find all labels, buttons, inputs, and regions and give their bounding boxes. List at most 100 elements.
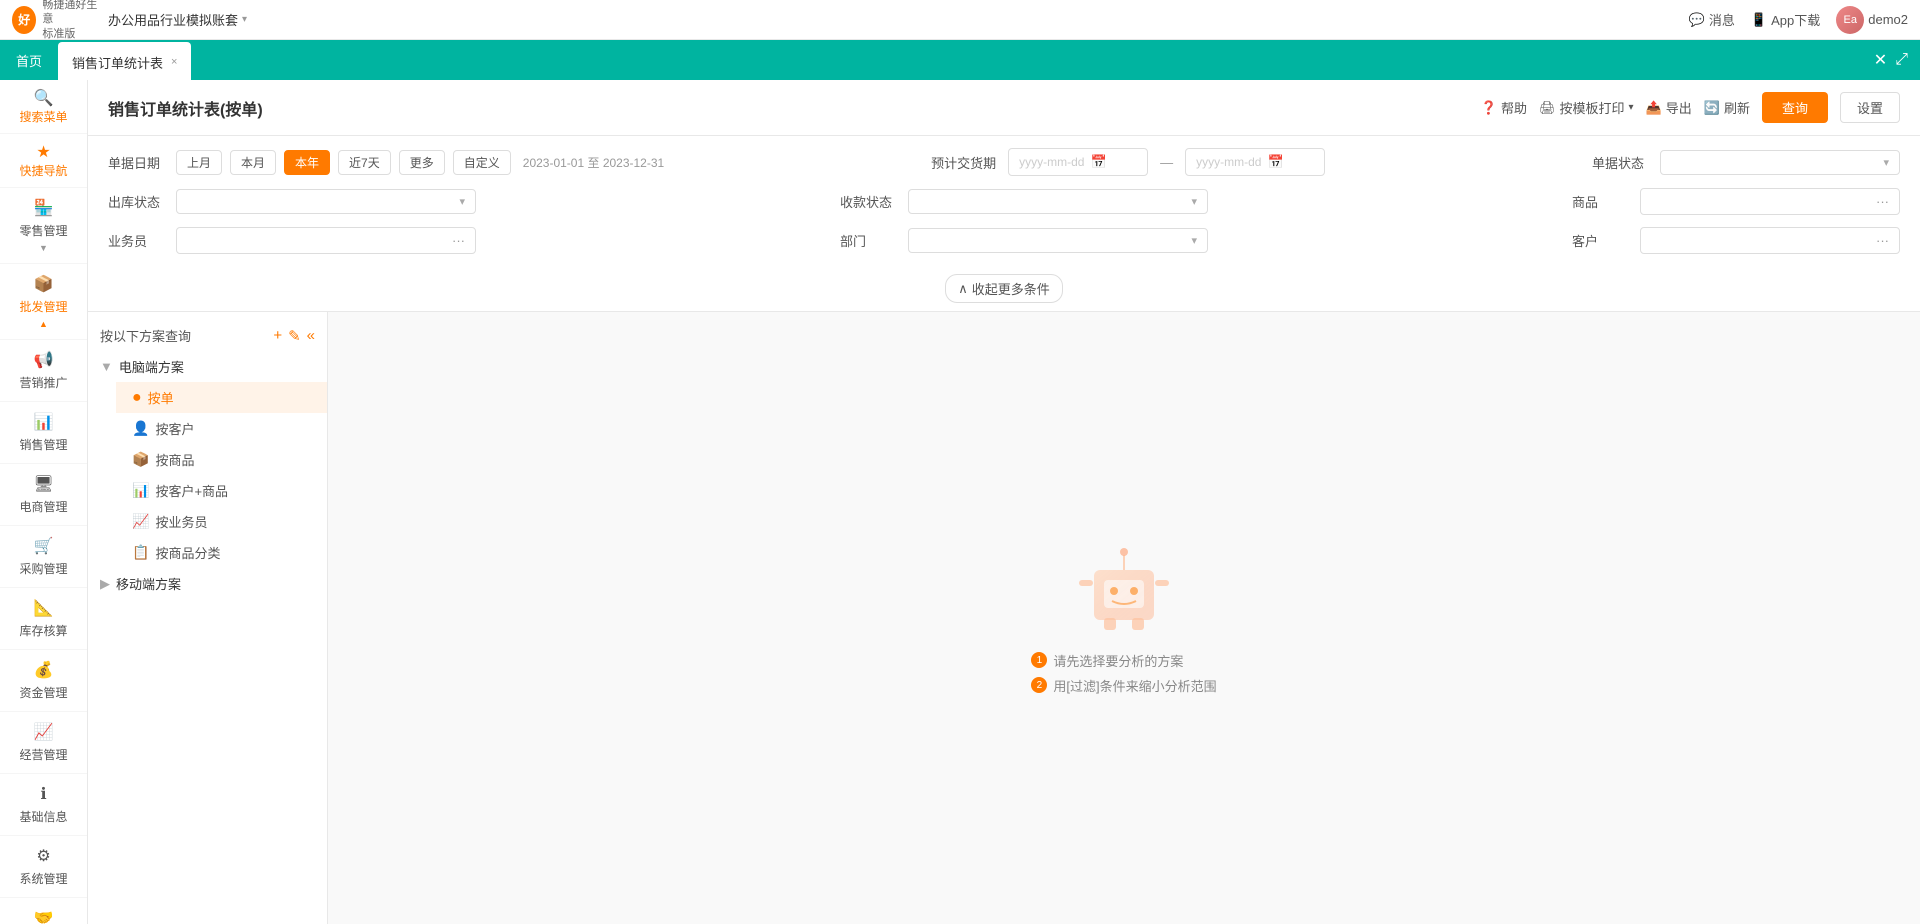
salesman-input[interactable]: ··· xyxy=(176,227,476,254)
topbar: 好 畅捷通好生意 标准版 办公用品行业模拟账套 ▾ 💬 消息 📱 App下载 E… xyxy=(0,0,1920,40)
collapse-icon: ∧ xyxy=(958,281,968,297)
account-name: 办公用品行业模拟账套 xyxy=(108,10,238,29)
window-close-icon[interactable]: ✕ xyxy=(1874,50,1887,70)
collapse-button[interactable]: ∧ 收起更多条件 xyxy=(945,274,1063,303)
account-chevron-icon[interactable]: ▾ xyxy=(242,14,247,25)
tab-sales-order-stats[interactable]: 销售订单统计表 × xyxy=(58,42,191,82)
ecommerce-icon: 🖥 xyxy=(33,474,53,494)
scheme-item-by-category[interactable]: 📋 按商品分类 xyxy=(116,537,327,568)
sidebar-item-search[interactable]: 🔍 搜索菜单 xyxy=(0,80,87,134)
calendar-icon: 📅 xyxy=(1090,154,1106,170)
out-status-select[interactable]: ▾ xyxy=(176,189,476,214)
receive-status-select[interactable]: ▾ xyxy=(908,189,1208,214)
sidebar-item-operations[interactable]: 📈 经营管理 xyxy=(0,712,87,774)
scheme-item-by-goods[interactable]: 📦 按商品 xyxy=(116,444,327,475)
sidebar-item-basics[interactable]: ℹ 基础信息 xyxy=(0,774,87,836)
left-panel-header: 按以下方案查询 + ✎ « xyxy=(88,320,327,351)
date-custom-btn[interactable]: 自定义 xyxy=(453,150,511,175)
filter-rows: 单据日期 上月 本月 本年 近7天 更多 自定义 2023-01-01 至 20… xyxy=(88,136,1920,254)
export-button[interactable]: 📤 导出 xyxy=(1646,98,1692,117)
goods-label: 商品 xyxy=(1572,192,1628,211)
left-panel-tools: + ✎ « xyxy=(273,327,315,345)
by-cg-icon: 📊 xyxy=(132,482,149,499)
date-label: 单据日期 xyxy=(108,153,164,172)
topbar-actions: 💬 消息 📱 App下载 Ea demo2 xyxy=(1689,6,1908,34)
setting-button[interactable]: 设置 xyxy=(1840,92,1900,123)
expected-date-end[interactable]: yyyy-mm-dd 📅 xyxy=(1185,148,1325,176)
sidebar-item-quicknav[interactable]: ★ 快捷导航 xyxy=(0,134,87,188)
by-customer-icon: 👤 xyxy=(132,420,149,437)
scheme-item-by-order[interactable]: ● 按单 xyxy=(116,382,327,413)
tree-section-mobile[interactable]: ▶ 移动端方案 xyxy=(88,568,327,599)
date-this-month-btn[interactable]: 本月 xyxy=(230,150,276,175)
empty-state: 1 请先选择要分析的方案 2 用[过滤]条件来缩小分析范围 xyxy=(1031,535,1216,701)
sidebar-item-system[interactable]: ⚙ 系统管理 xyxy=(0,836,87,898)
status-select[interactable]: ▾ xyxy=(1660,150,1900,175)
tab-close-icon[interactable]: × xyxy=(171,56,177,68)
tab-home[interactable]: 首页 xyxy=(0,40,58,80)
tree-section-pc[interactable]: ▼ 电脑端方案 xyxy=(88,351,327,382)
customer-input[interactable]: ··· xyxy=(1640,227,1900,254)
edit-scheme-button[interactable]: ✎ xyxy=(288,327,301,345)
date-last7-btn[interactable]: 近7天 xyxy=(338,150,391,175)
tree-expand-icon: ▼ xyxy=(100,359,113,374)
sidebar-item-finance[interactable]: 💰 资金管理 xyxy=(0,650,87,712)
empty-illustration xyxy=(1074,535,1174,635)
date-more-btn[interactable]: 更多 xyxy=(399,150,445,175)
finance-icon: 💰 xyxy=(34,660,54,680)
scheme-item-by-customer-goods[interactable]: 📊 按客户+商品 xyxy=(116,475,327,506)
collapse-row: ∧ 收起更多条件 xyxy=(88,266,1920,312)
collapse-panel-button[interactable]: « xyxy=(307,327,315,345)
operations-icon: 📈 xyxy=(34,722,54,742)
scheme-item-by-customer[interactable]: 👤 按客户 xyxy=(116,413,327,444)
department-select[interactable]: ▾ xyxy=(908,228,1208,253)
print-icon: 🖨 xyxy=(1539,100,1556,116)
add-scheme-button[interactable]: + xyxy=(273,327,282,345)
tabbar-controls: ✕ ⤢ xyxy=(1862,50,1920,70)
retail-icon: 🏪 xyxy=(34,198,54,218)
app-icon: 📱 xyxy=(1751,12,1767,28)
main-layout: 🔍 搜索菜单 ★ 快捷导航 🏪 零售管理 ▼ 📦 批发管理 ▲ 📢 营销推广 📊… xyxy=(0,80,1920,924)
customer-more-icon[interactable]: ··· xyxy=(1876,233,1889,248)
goods-more-icon[interactable]: ··· xyxy=(1876,194,1889,209)
scheme-item-by-salesman[interactable]: 📈 按业务员 xyxy=(116,506,327,537)
enterprise-icon: 🤝 xyxy=(34,908,54,924)
page-title: 销售订单统计表(按单) xyxy=(108,96,263,120)
sidebar-item-marketing[interactable]: 📢 营销推广 xyxy=(0,340,87,402)
window-maximize-icon[interactable]: ⤢ xyxy=(1895,51,1908,69)
by-category-icon: 📋 xyxy=(132,544,149,561)
goods-input[interactable]: ··· xyxy=(1640,188,1900,215)
page-header-actions: ❓ 帮助 🖨 按模板打印 ▾ 📤 导出 🔄 刷新 查询 设置 xyxy=(1481,92,1900,123)
avatar: Ea xyxy=(1836,6,1864,34)
date-last-month-btn[interactable]: 上月 xyxy=(176,150,222,175)
app-download-button[interactable]: 📱 App下载 xyxy=(1751,10,1820,29)
date-this-year-btn[interactable]: 本年 xyxy=(284,150,330,175)
sidebar-item-purchase[interactable]: 🛒 采购管理 xyxy=(0,526,87,588)
sidebar-item-retail[interactable]: 🏪 零售管理 ▼ xyxy=(0,188,87,264)
query-button[interactable]: 查询 xyxy=(1762,92,1828,123)
user-menu-button[interactable]: Ea demo2 xyxy=(1836,6,1908,34)
sidebar-item-inventory[interactable]: 📐 库存核算 xyxy=(0,588,87,650)
filter-row-3: 业务员 ··· 部门 ▾ 客户 ··· xyxy=(108,227,1900,254)
sidebar-item-wholesale[interactable]: 📦 批发管理 ▲ xyxy=(0,264,87,340)
print-button[interactable]: 🖨 按模板打印 ▾ xyxy=(1539,98,1634,117)
salesman-more-icon[interactable]: ··· xyxy=(452,233,465,248)
sidebar-item-sales[interactable]: 📊 销售管理 xyxy=(0,402,87,464)
expected-date-label: 预计交货期 xyxy=(931,153,996,172)
empty-tips: 1 请先选择要分析的方案 2 用[过滤]条件来缩小分析范围 xyxy=(1031,651,1216,701)
expected-date-start[interactable]: yyyy-mm-dd 📅 xyxy=(1008,148,1148,176)
marketing-icon: 📢 xyxy=(34,350,54,370)
page-header: 销售订单统计表(按单) ❓ 帮助 🖨 按模板打印 ▾ 📤 导出 🔄 刷新 xyxy=(88,80,1920,136)
date-range-text: 2023-01-01 至 2023-12-31 xyxy=(523,154,664,171)
sidebar-item-enterprise[interactable]: 🤝 企业协同 xyxy=(0,898,87,924)
refresh-button[interactable]: 🔄 刷新 xyxy=(1704,98,1750,117)
topbar-title: 办公用品行业模拟账套 ▾ xyxy=(108,10,1681,29)
export-icon: 📤 xyxy=(1646,100,1662,116)
inventory-icon: 📐 xyxy=(34,598,54,618)
filter-row-2: 出库状态 ▾ 收款状态 ▾ 商品 ··· xyxy=(108,188,1900,215)
sidebar-item-ecommerce[interactable]: 🖥 电商管理 xyxy=(0,464,87,526)
filter-row-1: 单据日期 上月 本月 本年 近7天 更多 自定义 2023-01-01 至 20… xyxy=(108,148,1900,176)
date-buttons: 上月 本月 本年 近7天 更多 自定义 2023-01-01 至 2023-12… xyxy=(176,150,664,175)
help-button[interactable]: ❓ 帮助 xyxy=(1481,98,1527,117)
message-button[interactable]: 💬 消息 xyxy=(1689,10,1735,29)
